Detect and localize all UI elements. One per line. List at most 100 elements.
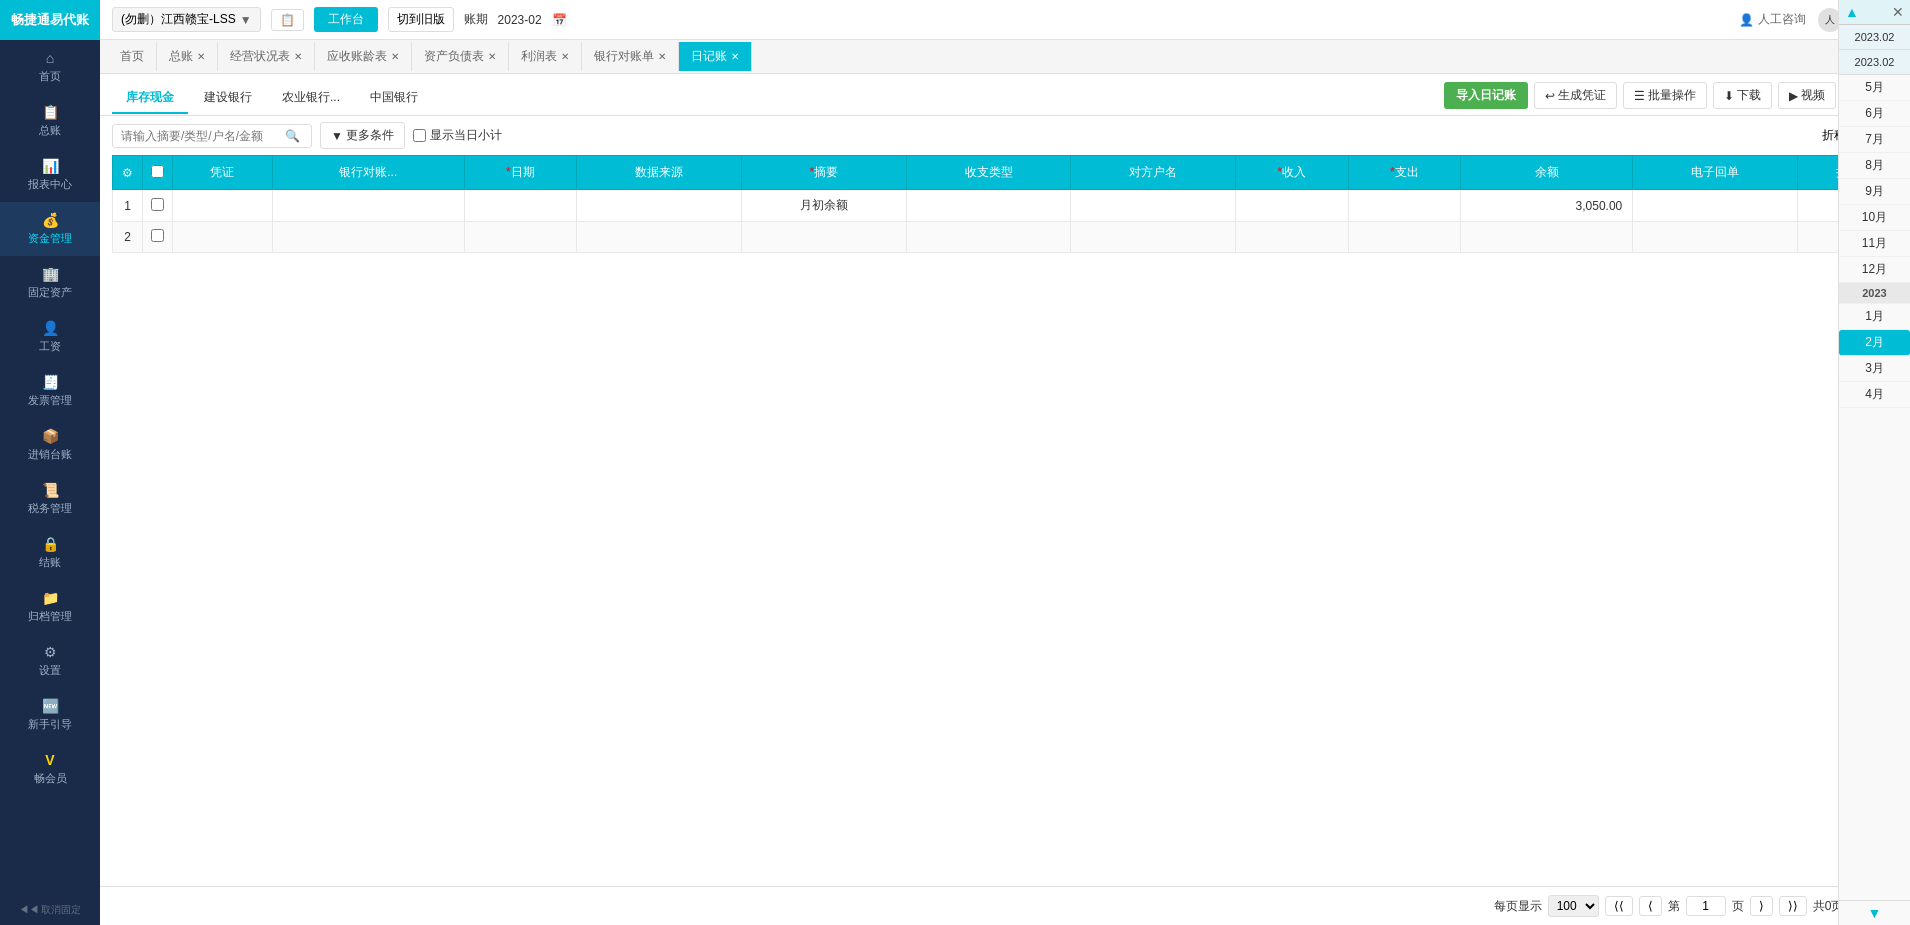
copy-button[interactable]: 📋 bbox=[271, 9, 304, 31]
last-page-button[interactable]: ⟩⟩ bbox=[1779, 896, 1807, 916]
sidebar-item-home[interactable]: ⌂ 首页 bbox=[0, 40, 100, 94]
more-filter-button[interactable]: ▼ 更多条件 bbox=[320, 122, 405, 149]
tab-diary-close[interactable]: ✕ bbox=[731, 51, 739, 62]
tab-profit-close[interactable]: ✕ bbox=[561, 51, 569, 62]
next-page-button[interactable]: ⟩ bbox=[1750, 896, 1773, 916]
sidebar-item-funds[interactable]: 💰 资金管理 bbox=[0, 202, 100, 256]
sidebar-item-payroll[interactable]: 👤 工资 bbox=[0, 310, 100, 364]
subtab-cash-label: 库存现金 bbox=[126, 90, 174, 104]
subtab-cash[interactable]: 库存现金 bbox=[112, 83, 188, 114]
sidebar-item-label: 归档管理 bbox=[28, 609, 72, 624]
unpin-button[interactable]: ◀◀ 取消固定 bbox=[0, 895, 100, 925]
date-month-7[interactable]: 7月 bbox=[1839, 127, 1910, 153]
first-page-button[interactable]: ⟨⟨ bbox=[1605, 896, 1633, 916]
col-expense: *支出 bbox=[1348, 156, 1461, 190]
date-month-11[interactable]: 11月 bbox=[1839, 231, 1910, 257]
tab-management[interactable]: 经营状况表 ✕ bbox=[218, 42, 315, 71]
download-button[interactable]: ⬇ 下载 bbox=[1713, 82, 1772, 109]
tab-receivables-close[interactable]: ✕ bbox=[391, 51, 399, 62]
page-label: 第 bbox=[1668, 898, 1680, 915]
daily-total-checkbox-label[interactable]: 显示当日小计 bbox=[413, 127, 502, 144]
row2-balance bbox=[1461, 222, 1633, 253]
col-settings[interactable]: ⚙ bbox=[113, 156, 143, 190]
search-input[interactable] bbox=[121, 129, 281, 143]
human-service-button[interactable]: 👤 人工咨询 bbox=[1739, 11, 1806, 28]
sidebar: 畅捷通易代账 ⌂ 首页 📋 总账 📊 报表中心 💰 资金管理 🏢 固定资产 👤 … bbox=[0, 0, 100, 925]
sidebar-item-label: 固定资产 bbox=[28, 285, 72, 300]
date-month-4-2023[interactable]: 4月 bbox=[1839, 382, 1910, 408]
select-all-checkbox[interactable] bbox=[151, 165, 164, 178]
tab-home[interactable]: 首页 bbox=[108, 42, 157, 71]
tab-assets-liabilities-close[interactable]: ✕ bbox=[488, 51, 496, 62]
col-date: *日期 bbox=[464, 156, 577, 190]
sidebar-item-settings[interactable]: ⚙ 设置 bbox=[0, 634, 100, 688]
sidebar-item-tax[interactable]: 📜 税务管理 bbox=[0, 472, 100, 526]
sidebar-item-ledger[interactable]: 📋 总账 bbox=[0, 94, 100, 148]
tab-ledger-close[interactable]: ✕ bbox=[197, 51, 205, 62]
calendar-icon[interactable]: 📅 bbox=[552, 13, 567, 27]
tab-home-label: 首页 bbox=[120, 48, 144, 65]
tab-bank-statement-close[interactable]: ✕ bbox=[658, 51, 666, 62]
subtab-ccb[interactable]: 建设银行 bbox=[190, 83, 266, 114]
date-month-10[interactable]: 10月 bbox=[1839, 205, 1910, 231]
sidebar-item-label: 总账 bbox=[39, 123, 61, 138]
topbar: (勿删）江西赣宝-LSS ▼ 📋 工作台 切到旧版 账期 2023-02 📅 👤… bbox=[100, 0, 1910, 40]
tab-assets-liabilities[interactable]: 资产负债表 ✕ bbox=[412, 42, 509, 71]
tab-ledger[interactable]: 总账 ✕ bbox=[157, 42, 218, 71]
workbench-button[interactable]: 工作台 bbox=[314, 7, 378, 32]
search-wrapper: 🔍 bbox=[112, 124, 312, 148]
table-container: ⚙ 凭证 银行对账... *日期 数据来源 *摘要 收支类型 对方户名 bbox=[100, 155, 1910, 886]
date-month-12[interactable]: 12月 bbox=[1839, 257, 1910, 283]
pagination: 每页显示 100 50 200 ⟨⟨ ⟨ 第 页 ⟩ ⟩⟩ 共0页，0条记录 bbox=[100, 886, 1910, 925]
company-selector[interactable]: (勿删）江西赣宝-LSS ▼ bbox=[112, 7, 261, 32]
subtab-abc[interactable]: 农业银行... bbox=[268, 83, 354, 114]
tab-receivables[interactable]: 应收账龄表 ✕ bbox=[315, 42, 412, 71]
col-bank-ref: 银行对账... bbox=[272, 156, 464, 190]
page-input[interactable] bbox=[1686, 896, 1726, 916]
date-panel-scroll-up[interactable]: ▲ bbox=[1845, 4, 1859, 20]
daily-total-checkbox[interactable] bbox=[413, 129, 426, 142]
date-panel-close-btn[interactable]: ✕ bbox=[1892, 4, 1904, 20]
col-check[interactable] bbox=[143, 156, 173, 190]
batch-button[interactable]: ☰ 批量操作 bbox=[1623, 82, 1707, 109]
import-diary-button[interactable]: 导入日记账 bbox=[1444, 82, 1528, 109]
tab-management-close[interactable]: ✕ bbox=[294, 51, 302, 62]
date-month-8[interactable]: 8月 bbox=[1839, 153, 1910, 179]
row2-expense bbox=[1348, 222, 1461, 253]
sidebar-item-label: 首页 bbox=[39, 69, 61, 84]
sidebar-item-purchase-sale[interactable]: 📦 进销台账 bbox=[0, 418, 100, 472]
old-version-button[interactable]: 切到旧版 bbox=[388, 7, 454, 32]
search-icon[interactable]: 🔍 bbox=[285, 129, 300, 143]
sidebar-item-archive[interactable]: 📁 归档管理 bbox=[0, 580, 100, 634]
sidebar-item-invoices[interactable]: 🧾 发票管理 bbox=[0, 364, 100, 418]
date-panel-scroll-down[interactable]: ▼ bbox=[1868, 905, 1882, 921]
tax-icon: 📜 bbox=[42, 482, 59, 498]
sidebar-item-vip[interactable]: V 畅会员 bbox=[0, 742, 100, 796]
subtab-boc[interactable]: 中国银行 bbox=[356, 83, 432, 114]
tab-profit[interactable]: 利润表 ✕ bbox=[509, 42, 582, 71]
date-month-5[interactable]: 5月 bbox=[1839, 75, 1910, 101]
date-month-9[interactable]: 9月 bbox=[1839, 179, 1910, 205]
row1-check[interactable] bbox=[143, 190, 173, 222]
per-page-select[interactable]: 100 50 200 bbox=[1548, 895, 1599, 917]
date-month-6[interactable]: 6月 bbox=[1839, 101, 1910, 127]
prev-page-button[interactable]: ⟨ bbox=[1639, 896, 1662, 916]
unpin-label: 取消固定 bbox=[41, 904, 81, 915]
row2-check[interactable] bbox=[143, 222, 173, 253]
tab-bank-statement[interactable]: 银行对账单 ✕ bbox=[582, 42, 679, 71]
content-area: 库存现金 建设银行 农业银行... 中国银行 导入日记账 ↩ 生成凭证 ☰ bbox=[100, 74, 1910, 925]
sidebar-item-label: 工资 bbox=[39, 339, 61, 354]
date-month-3-2023[interactable]: 3月 bbox=[1839, 356, 1910, 382]
date-month-2-2023[interactable]: 2月 bbox=[1839, 330, 1910, 356]
sidebar-item-reports[interactable]: 📊 报表中心 bbox=[0, 148, 100, 202]
tab-diary[interactable]: 日记账 ✕ bbox=[679, 42, 752, 71]
row1-data-source bbox=[577, 190, 742, 222]
video-button[interactable]: ▶ 视频 bbox=[1778, 82, 1836, 109]
generate-voucher-button[interactable]: ↩ 生成凭证 bbox=[1534, 82, 1617, 109]
sidebar-item-closing[interactable]: 🔒 结账 bbox=[0, 526, 100, 580]
sidebar-item-guide[interactable]: 🆕 新手引导 bbox=[0, 688, 100, 742]
col-counterpart: 对方户名 bbox=[1071, 156, 1236, 190]
date-month-1-2023[interactable]: 1月 bbox=[1839, 304, 1910, 330]
sidebar-item-assets[interactable]: 🏢 固定资产 bbox=[0, 256, 100, 310]
row1-e-statement bbox=[1633, 190, 1798, 222]
